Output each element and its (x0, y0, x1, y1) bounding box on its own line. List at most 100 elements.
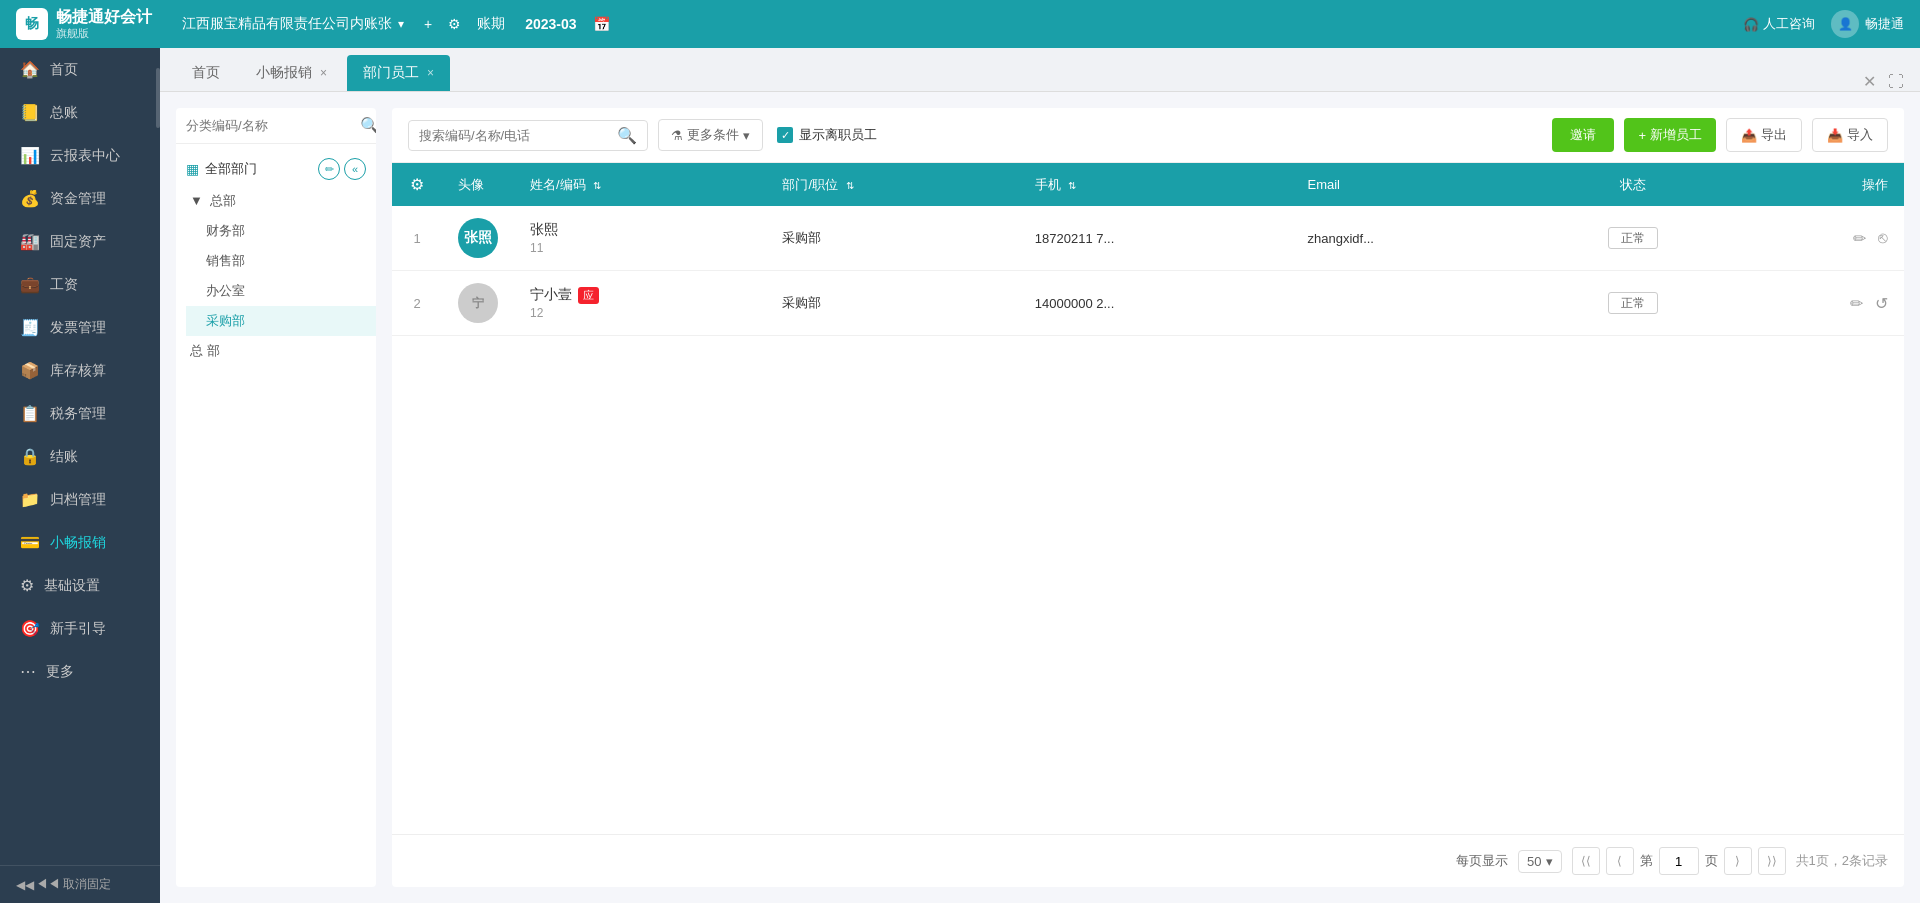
headset-icon: 🎧 (1743, 17, 1759, 32)
phone-sort-icon[interactable]: ⇅ (1068, 180, 1076, 191)
add-employee-label: 新增员工 (1650, 126, 1702, 144)
show-resigned-checkbox[interactable]: ✓ (777, 127, 793, 143)
support-button[interactable]: 🎧 人工咨询 (1743, 15, 1815, 33)
import-button[interactable]: 📥 导入 (1812, 118, 1888, 152)
salary-icon: 💼 (20, 275, 40, 294)
dept-node-sales[interactable]: 销售部 (186, 246, 376, 276)
sidebar-item-more[interactable]: ⋯ 更多 (0, 650, 160, 693)
all-dept-header[interactable]: ▦ 全部部门 ✏ « (176, 152, 376, 186)
period-label: 账期 (477, 15, 505, 33)
prev-page-button[interactable]: ⟨ (1606, 847, 1634, 875)
tab-expand-icon[interactable]: ⛶ (1888, 73, 1904, 91)
tab-dept-employee-close[interactable]: × (427, 66, 434, 80)
per-page-select[interactable]: 50 ▾ (1518, 850, 1561, 873)
guide-icon: 🎯 (20, 619, 40, 638)
home-icon: 🏠 (20, 60, 40, 79)
row-phone-1: 18720211 7... (1019, 206, 1292, 271)
sidebar-item-reports[interactable]: 📊 云报表中心 (0, 134, 160, 177)
content-area: 首页 小畅报销 × 部门员工 × ✕ ⛶ 🔍 (160, 48, 1920, 903)
dept-sort-icon[interactable]: ⇅ (846, 180, 854, 191)
invite-button[interactable]: 邀请 (1552, 118, 1614, 152)
table-settings-icon[interactable]: ⚙ (410, 176, 424, 193)
import-icon: 📥 (1827, 128, 1843, 143)
tab-dept-employee[interactable]: 部门员工 × (347, 55, 450, 91)
tab-dept-employee-label: 部门员工 (363, 64, 419, 82)
sidebar-label-more: 更多 (46, 663, 74, 681)
dept-panel: 🔍 ▦ 全部部门 ✏ « ▼ 总部 (176, 108, 376, 887)
logo-area: 畅 畅捷通好会计 旗舰版 (16, 7, 166, 41)
first-page-button[interactable]: ⟨⟨ (1572, 847, 1600, 875)
filter-icon: ⚗ (671, 128, 683, 143)
dept-group-hq[interactable]: ▼ 总部 (176, 186, 376, 216)
show-resigned-toggle[interactable]: ✓ 显示离职员工 (777, 126, 877, 144)
filter-button[interactable]: ⚗ 更多条件 ▾ (658, 119, 763, 151)
sidebar-item-capital[interactable]: 💰 资金管理 (0, 177, 160, 220)
invoice-icon: 🧾 (20, 318, 40, 337)
col-gear: ⚙ (392, 163, 442, 206)
sidebar-label-tax: 税务管理 (50, 405, 106, 423)
sidebar-item-close[interactable]: 🔒 结账 (0, 435, 160, 478)
unpin-icon: ◀◀ (16, 878, 34, 892)
reports-icon: 📊 (20, 146, 40, 165)
add-employee-button[interactable]: + 新增员工 (1624, 118, 1716, 152)
sidebar-item-home[interactable]: 🏠 首页 (0, 48, 160, 91)
add-book-button[interactable]: + (424, 16, 432, 32)
sidebar-label-expense: 小畅报销 (50, 534, 106, 552)
tab-expense-close[interactable]: × (320, 66, 327, 80)
sidebar-item-archive[interactable]: 📁 归档管理 (0, 478, 160, 521)
edit-icon-2[interactable]: ✏ (1850, 294, 1863, 313)
sidebar-label-reports: 云报表中心 (50, 147, 120, 165)
dept-node-office[interactable]: 办公室 (186, 276, 376, 306)
settings-icon[interactable]: ⚙ (448, 16, 461, 32)
next-page-button[interactable]: ⟩ (1724, 847, 1752, 875)
dept-group-general[interactable]: 总 部 (176, 336, 376, 366)
sidebar-item-ledger[interactable]: 📒 总账 (0, 91, 160, 134)
sidebar-item-expense[interactable]: 💳 小畅报销 (0, 521, 160, 564)
sidebar-item-inventory[interactable]: 📦 库存核算 (0, 349, 160, 392)
main-layout: 🏠 首页 📒 总账 📊 云报表中心 💰 资金管理 🏭 固定资产 💼 工资 🧾 发… (0, 48, 1920, 903)
page-number-input[interactable] (1659, 847, 1699, 875)
sidebar-item-invoice[interactable]: 🧾 发票管理 (0, 306, 160, 349)
employee-search-input[interactable] (419, 128, 611, 143)
dept-node-purchase[interactable]: 采购部 (186, 306, 376, 336)
sidebar-scrollbar[interactable] (156, 68, 160, 128)
employee-search-box: 🔍 (408, 120, 648, 151)
row-action-1: ✏ ⎋ (1733, 206, 1904, 271)
row-status-1: 正常 (1532, 206, 1732, 271)
dept-edit-button[interactable]: ✏ (318, 158, 340, 180)
tab-home[interactable]: 首页 (176, 55, 236, 91)
logo-icon: 畅 (16, 8, 48, 40)
header-actions: + ⚙ 账期 2023-03 📅 (424, 15, 610, 33)
sidebar-item-fixed[interactable]: 🏭 固定资产 (0, 220, 160, 263)
refresh-icon-2[interactable]: ↺ (1875, 294, 1888, 313)
export-button[interactable]: 📤 导出 (1726, 118, 1802, 152)
dept-node-finance[interactable]: 财务部 (186, 216, 376, 246)
sidebar-label-guide: 新手引导 (50, 620, 106, 638)
name-sort-icon[interactable]: ⇅ (593, 180, 601, 191)
sidebar-item-tax[interactable]: 📋 税务管理 (0, 392, 160, 435)
col-avatar: 头像 (442, 163, 514, 206)
dept-search-icon[interactable]: 🔍 (360, 116, 376, 135)
tab-close-window-icon[interactable]: ✕ (1863, 72, 1876, 91)
sidebar-item-settings[interactable]: ⚙ 基础设置 (0, 564, 160, 607)
logout-icon-1[interactable]: ⎋ (1878, 229, 1888, 247)
top-right: 🎧 人工咨询 👤 畅捷通 (1743, 10, 1904, 38)
last-page-button[interactable]: ⟩⟩ (1758, 847, 1786, 875)
import-label: 导入 (1847, 126, 1873, 144)
show-resigned-label: 显示离职员工 (799, 126, 877, 144)
sidebar-item-guide[interactable]: 🎯 新手引导 (0, 607, 160, 650)
search-icon[interactable]: 🔍 (617, 126, 637, 145)
calendar-icon[interactable]: 📅 (593, 16, 610, 32)
more-icon: ⋯ (20, 662, 36, 681)
company-selector[interactable]: 江西服宝精品有限责任公司内账张 ▾ (182, 15, 404, 33)
row-num-1: 1 (392, 206, 442, 271)
row-name-2: 宁小壹 应 12 (514, 271, 766, 336)
toolbar-right: 邀请 + 新增员工 📤 导出 📥 导入 (1552, 118, 1888, 152)
user-area[interactable]: 👤 畅捷通 (1831, 10, 1904, 38)
tab-expense[interactable]: 小畅报销 × (240, 55, 343, 91)
dept-search-input[interactable] (186, 118, 354, 133)
dept-collapse-button[interactable]: « (344, 158, 366, 180)
edit-icon-1[interactable]: ✏ (1853, 229, 1866, 248)
unpin-button[interactable]: ◀◀ ◀◀ 取消固定 (0, 865, 160, 903)
sidebar-item-salary[interactable]: 💼 工资 (0, 263, 160, 306)
